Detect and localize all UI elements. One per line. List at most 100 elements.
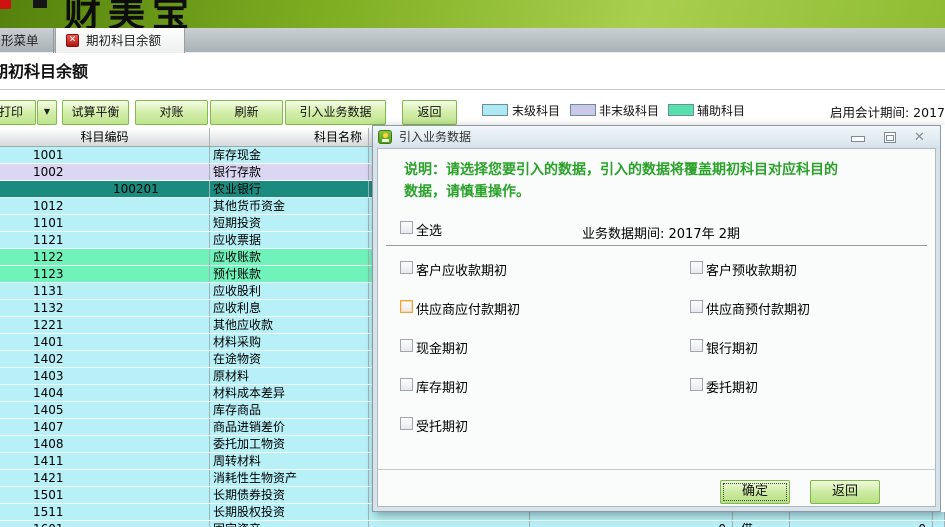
print-dropdown-icon[interactable]: ▼ (37, 100, 57, 125)
back-button[interactable]: 返回 (402, 100, 457, 125)
cell-account-code: 1132 (0, 300, 210, 316)
dialog-checkbox-label[interactable]: 供应商应付款期初 (416, 299, 520, 318)
legend-label: 末级科目 (512, 104, 561, 118)
refresh-button[interactable]: 刷新 (210, 100, 283, 125)
dialog-checkbox[interactable] (400, 378, 413, 391)
dialog-checkbox-label[interactable]: 客户应收款期初 (416, 260, 507, 279)
dialog-checkbox[interactable] (690, 339, 703, 352)
cell-account-code: 1123 (0, 266, 210, 282)
dialog-checkbox[interactable] (690, 378, 703, 391)
legend-swatch-icon (668, 104, 694, 116)
app-window: 财美宝 图形菜单 ✕ 期初科目余额 期初科目余额 打印 ▼ 试算平衡 对账 刷新… (0, 0, 945, 527)
dialog-checkbox[interactable] (400, 261, 413, 274)
dialog-icon (378, 130, 392, 144)
cell-account-name: 预付账款 (210, 266, 369, 282)
dialog-checkbox-label[interactable]: 银行期初 (706, 338, 758, 357)
divider (378, 469, 935, 470)
tab-bar: 图形菜单 ✕ 期初科目余额 (0, 28, 945, 53)
reconcile-button[interactable]: 对账 (135, 100, 208, 125)
cell-amount: 0 (530, 521, 733, 527)
business-data-period: 业务数据期间: 2017年 2期 (582, 227, 740, 242)
dialog-checkbox[interactable] (400, 300, 413, 313)
cell-account-code: 1601 (0, 521, 210, 527)
cell-account-name: 库存商品 (210, 402, 369, 418)
dialog-checkbox[interactable] (690, 300, 703, 313)
cell-amount: 0 (790, 521, 933, 527)
cell-account-name: 银行存款 (210, 164, 369, 180)
cell-account-code: 1408 (0, 436, 210, 452)
cell-account-name: 应收股利 (210, 283, 369, 299)
app-logo: 财美宝 (64, 0, 196, 28)
logo-fragment-icon (0, 0, 11, 9)
cell-account-name: 在途物资 (210, 351, 369, 367)
divider (0, 89, 945, 90)
cell-account-name: 农业银行 (210, 181, 369, 197)
cell-account-name: 其他货币资金 (210, 198, 369, 214)
cell-account-code: 1407 (0, 419, 210, 435)
cell-account-name: 材料采购 (210, 334, 369, 350)
cell-account-name: 固定资产 (210, 521, 369, 527)
import-business-data-button[interactable]: 引入业务数据 (285, 100, 386, 125)
select-all-label: 全选 (416, 224, 443, 239)
logo-fragment-icon (33, 0, 47, 8)
table-row-partial[interactable]: 1601固定资产 0借0 (0, 521, 945, 527)
cell-account-code: 1405 (0, 402, 210, 418)
cell-account-code: 1401 (0, 334, 210, 350)
cell-account-code: 1403 (0, 368, 210, 384)
dialog-checkbox[interactable] (400, 339, 413, 352)
cell-account-code: 1511 (0, 504, 210, 520)
cell-account-name: 消耗性生物资产 (210, 470, 369, 486)
restore-icon[interactable] (884, 132, 896, 143)
dialog-checkbox-label[interactable]: 供应商预付款期初 (706, 299, 810, 318)
tab-label: 期初科目余额 (86, 33, 162, 48)
close-tab-icon[interactable]: ✕ (66, 34, 79, 47)
cell-account-name: 应收票据 (210, 232, 369, 248)
cell-account-name: 库存现金 (210, 147, 369, 163)
cell-account-code: 100201 (0, 181, 210, 197)
cell-account-code: 1501 (0, 487, 210, 503)
tab-graphic-menu[interactable]: 图形菜单 (0, 28, 54, 53)
close-icon[interactable]: ✕ (914, 130, 925, 145)
cell-account-name: 应收账款 (210, 249, 369, 265)
dialog-checkbox-label[interactable]: 库存期初 (416, 377, 468, 396)
cell-account-code: 1121 (0, 232, 210, 248)
cell-account-code: 1002 (0, 164, 210, 180)
cell-account-code: 1001 (0, 147, 210, 163)
print-button[interactable]: 打印 (0, 100, 36, 125)
cell-account-name: 原材料 (210, 368, 369, 384)
column-header-code: 科目编码 (0, 128, 210, 146)
column-header-name: 科目名称 (210, 128, 369, 146)
dialog-checkbox-label[interactable]: 受托期初 (416, 416, 468, 435)
dialog-titlebar[interactable]: 引入业务数据 ✕ (373, 126, 940, 148)
tab-label: 图形菜单 (0, 33, 39, 48)
select-all-checkbox[interactable] (400, 221, 413, 234)
dialog-back-button[interactable]: 返回 (810, 480, 880, 504)
cell-account-name: 短期投资 (210, 215, 369, 231)
cell-account-name: 材料成本差异 (210, 385, 369, 401)
divider (386, 245, 927, 246)
cell-account-name: 周转材料 (210, 453, 369, 469)
legend-label: 辅助科目 (697, 104, 746, 118)
tab-opening-balance[interactable]: ✕ 期初科目余额 (55, 28, 185, 53)
cell-account-code: 1404 (0, 385, 210, 401)
cell-account-code: 1221 (0, 317, 210, 333)
dialog-checkbox-label[interactable]: 客户预收款期初 (706, 260, 797, 279)
import-business-data-dialog: 引入业务数据 ✕ 说明：请选择您要引入的数据，引入的数据将覆盖期初科目对应科目的… (372, 125, 941, 512)
dialog-body: 说明：请选择您要引入的数据，引入的数据将覆盖期初科目对应科目的数据，请慎重操作。… (377, 148, 936, 507)
cell-account-code: 1012 (0, 198, 210, 214)
dialog-checkbox-label[interactable]: 现金期初 (416, 338, 468, 357)
legend-label: 非末级科目 (599, 104, 660, 118)
cell-account-name: 商品进销差价 (210, 419, 369, 435)
trial-balance-button[interactable]: 试算平衡 (62, 100, 129, 125)
accounting-period-caption: 启用会计期间: 2017 (830, 105, 945, 120)
dialog-checkbox[interactable] (400, 417, 413, 430)
spacer (941, 125, 945, 512)
dialog-checkbox-label[interactable]: 委托期初 (706, 377, 758, 396)
cell-account-name: 应收利息 (210, 300, 369, 316)
legend-swatch-icon (482, 104, 508, 116)
dialog-checkbox[interactable] (690, 261, 703, 274)
minimize-icon[interactable] (851, 136, 865, 142)
ok-button[interactable]: 确定 (720, 480, 790, 504)
cell-account-name: 长期债券投资 (210, 487, 369, 503)
cell-account-name: 其他应收款 (210, 317, 369, 333)
